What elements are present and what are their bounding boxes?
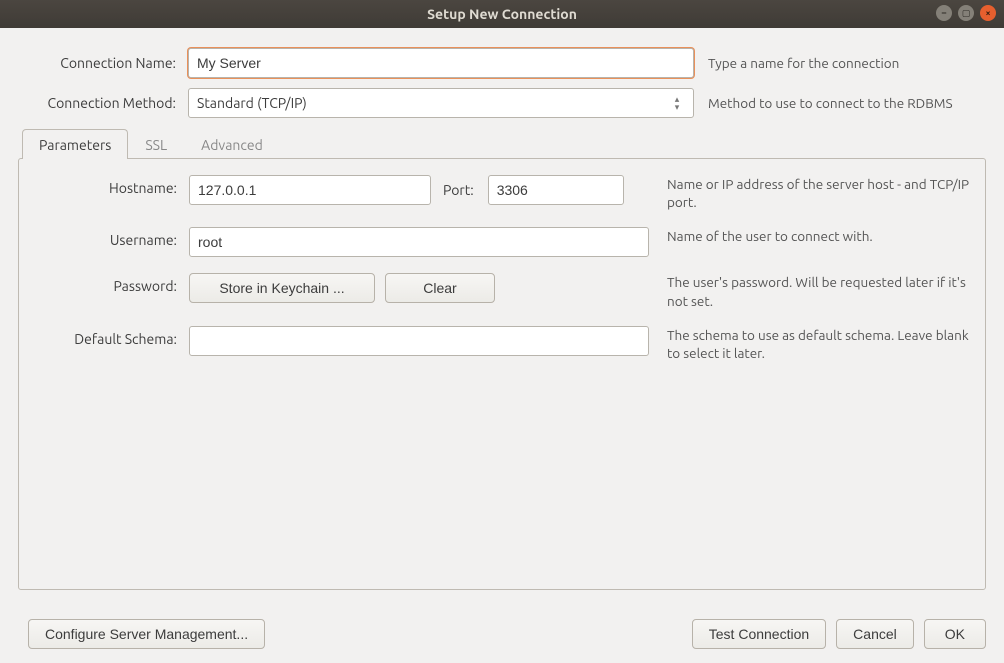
tab-advanced-label: Advanced bbox=[201, 137, 263, 153]
tab-bar: Parameters SSL Advanced bbox=[18, 128, 986, 158]
store-keychain-button[interactable]: Store in Keychain ... bbox=[189, 273, 375, 303]
store-keychain-label: Store in Keychain ... bbox=[219, 280, 344, 296]
connection-method-value: Standard (TCP/IP) bbox=[197, 95, 307, 111]
tab-ssl[interactable]: SSL bbox=[128, 129, 184, 159]
username-label: Username: bbox=[19, 227, 189, 248]
clear-password-label: Clear bbox=[423, 280, 456, 296]
connection-name-hint: Type a name for the connection bbox=[694, 55, 986, 71]
port-input[interactable] bbox=[488, 175, 624, 205]
hostname-hint: Name or IP address of the server host - … bbox=[649, 175, 979, 211]
connection-method-label: Connection Method: bbox=[18, 95, 188, 111]
minimize-icon[interactable]: – bbox=[936, 5, 952, 21]
cancel-button[interactable]: Cancel bbox=[836, 619, 914, 649]
connection-method-hint: Method to use to connect to the RDBMS bbox=[694, 95, 986, 111]
password-label: Password: bbox=[19, 273, 189, 294]
window-controls: – ▢ × bbox=[936, 5, 996, 21]
password-row: Password: Store in Keychain ... Clear Th… bbox=[19, 273, 985, 309]
dialog-content: Connection Name: Type a name for the con… bbox=[0, 28, 1004, 590]
clear-password-button[interactable]: Clear bbox=[385, 273, 495, 303]
window-title: Setup New Connection bbox=[427, 6, 577, 22]
cancel-label: Cancel bbox=[853, 626, 897, 642]
default-schema-label: Default Schema: bbox=[19, 326, 189, 347]
default-schema-row: Default Schema: The schema to use as def… bbox=[19, 326, 985, 362]
tab-parameters[interactable]: Parameters bbox=[22, 129, 128, 159]
select-stepper-icon: ▴▾ bbox=[669, 95, 685, 111]
button-bar: Configure Server Management... Test Conn… bbox=[18, 619, 986, 649]
tab-panel-parameters: Hostname: Port: Name or IP address of th… bbox=[18, 158, 986, 590]
configure-server-button[interactable]: Configure Server Management... bbox=[28, 619, 265, 649]
tab-advanced[interactable]: Advanced bbox=[184, 129, 280, 159]
default-schema-hint: The schema to use as default schema. Lea… bbox=[649, 326, 979, 362]
connection-name-input[interactable] bbox=[188, 48, 694, 78]
test-connection-button[interactable]: Test Connection bbox=[692, 619, 826, 649]
test-connection-label: Test Connection bbox=[709, 626, 809, 642]
close-icon[interactable]: × bbox=[980, 5, 996, 21]
ok-button[interactable]: OK bbox=[924, 619, 986, 649]
connection-method-select[interactable]: Standard (TCP/IP) ▴▾ bbox=[188, 88, 694, 118]
username-hint: Name of the user to connect with. bbox=[649, 227, 979, 245]
connection-name-row: Connection Name: Type a name for the con… bbox=[18, 48, 986, 78]
titlebar: Setup New Connection – ▢ × bbox=[0, 0, 1004, 28]
maximize-icon[interactable]: ▢ bbox=[958, 5, 974, 21]
tab-parameters-label: Parameters bbox=[39, 137, 111, 153]
configure-server-label: Configure Server Management... bbox=[45, 626, 248, 642]
port-label: Port: bbox=[441, 182, 478, 198]
tab-ssl-label: SSL bbox=[145, 137, 167, 153]
hostname-label: Hostname: bbox=[19, 175, 189, 196]
ok-label: OK bbox=[945, 626, 965, 642]
hostname-row: Hostname: Port: Name or IP address of th… bbox=[19, 175, 985, 211]
hostname-input[interactable] bbox=[189, 175, 431, 205]
password-hint: The user's password. Will be requested l… bbox=[649, 273, 979, 309]
connection-name-label: Connection Name: bbox=[18, 55, 188, 71]
username-row: Username: Name of the user to connect wi… bbox=[19, 227, 985, 257]
connection-method-row: Connection Method: Standard (TCP/IP) ▴▾ … bbox=[18, 88, 986, 118]
tabs-container: Parameters SSL Advanced Hostname: Port: … bbox=[18, 128, 986, 590]
username-input[interactable] bbox=[189, 227, 649, 257]
default-schema-input[interactable] bbox=[189, 326, 649, 356]
